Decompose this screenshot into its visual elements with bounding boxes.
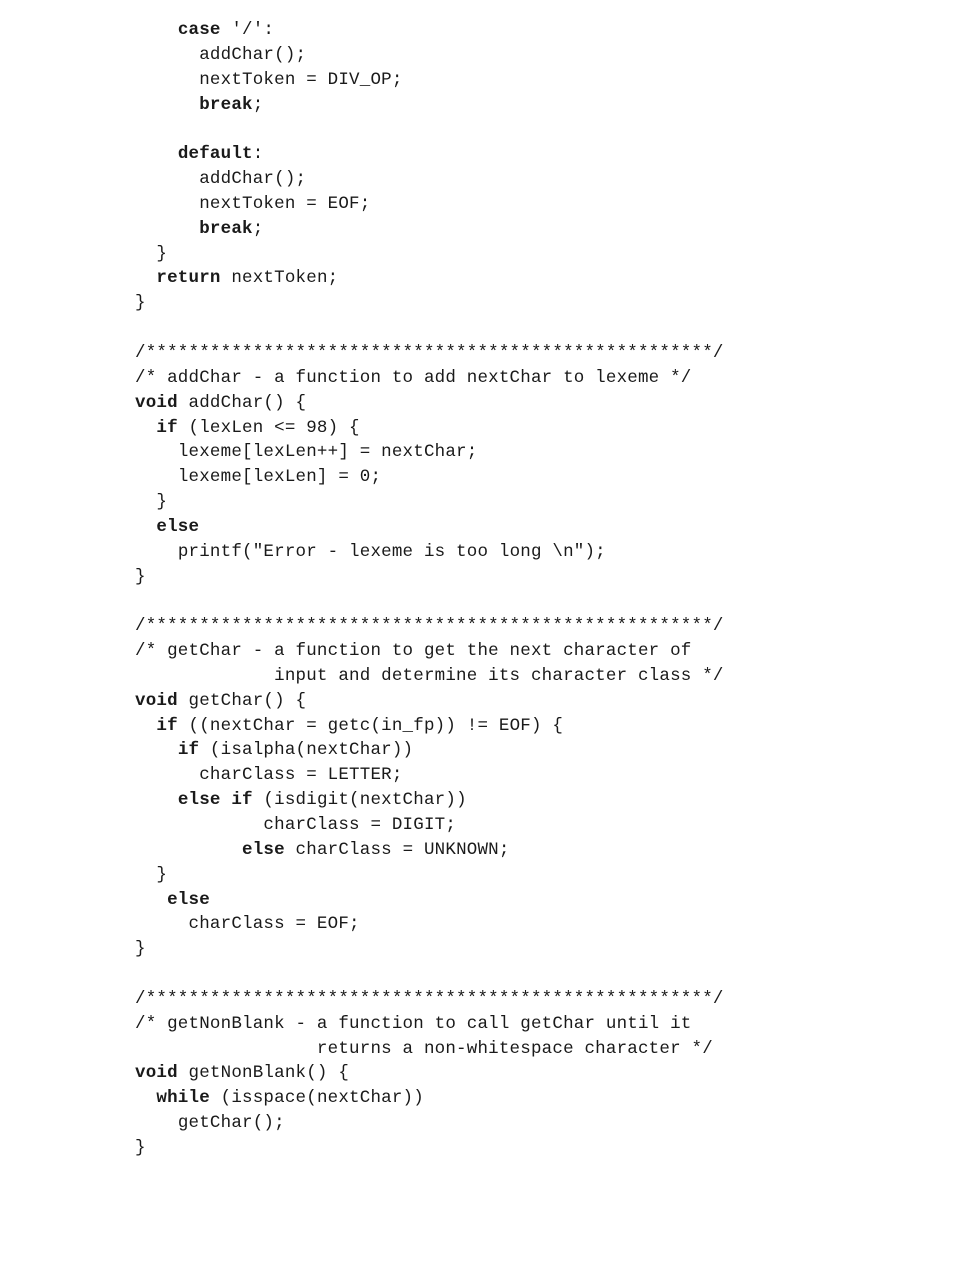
code-line: case '/':	[135, 20, 274, 40]
code-keyword: while	[156, 1088, 210, 1108]
code-text: }	[135, 1138, 146, 1158]
code-line: void addChar() {	[135, 393, 306, 413]
code-line: charClass = DIGIT;	[135, 815, 456, 835]
code-text: }	[135, 567, 146, 587]
code-text: printf("Error - lexeme is too long \n");	[178, 542, 606, 562]
code-keyword: if	[156, 716, 177, 736]
code-text: charClass = UNKNOWN;	[285, 840, 510, 860]
code-keyword: break	[199, 95, 253, 115]
code-text: /* addChar - a function to add nextChar …	[135, 368, 692, 388]
code-line: /* addChar - a function to add nextChar …	[135, 368, 692, 388]
code-keyword: else	[242, 840, 285, 860]
code-text: getChar() {	[178, 691, 306, 711]
code-text: addChar() {	[178, 393, 306, 413]
code-text: addChar();	[199, 169, 306, 189]
code-line: else	[135, 890, 210, 910]
code-line: if ((nextChar = getc(in_fp)) != EOF) {	[135, 716, 563, 736]
code-keyword: else if	[178, 790, 253, 810]
code-keyword: if	[178, 740, 199, 760]
code-line: }	[135, 492, 167, 512]
code-line: /***************************************…	[135, 616, 724, 636]
code-text: }	[156, 492, 167, 512]
code-text: lexeme[lexLen++] = nextChar;	[178, 442, 478, 462]
code-keyword: case	[178, 20, 221, 40]
code-text: }	[135, 939, 146, 959]
code-block: case '/': addChar(); nextToken = DIV_OP;…	[0, 0, 966, 1161]
code-keyword: break	[199, 219, 253, 239]
code-line: }	[135, 1138, 146, 1158]
code-text: ;	[253, 95, 264, 115]
code-text: lexeme[lexLen] = 0;	[178, 467, 381, 487]
code-text: '/':	[221, 20, 275, 40]
code-text: }	[135, 293, 146, 313]
code-text: }	[156, 865, 167, 885]
code-keyword: void	[135, 393, 178, 413]
code-line: return nextToken;	[135, 268, 338, 288]
code-line: else	[135, 517, 199, 537]
code-line: default:	[135, 144, 263, 164]
code-line: charClass = EOF;	[135, 914, 360, 934]
code-text: nextToken = DIV_OP;	[199, 70, 402, 90]
code-text: getChar();	[178, 1113, 285, 1133]
code-text: (isalpha(nextChar))	[199, 740, 413, 760]
code-line: lexeme[lexLen++] = nextChar;	[135, 442, 477, 462]
code-line: input and determine its character class …	[135, 666, 724, 686]
code-text: (isdigit(nextChar))	[253, 790, 467, 810]
code-text: nextToken = EOF;	[199, 194, 370, 214]
code-line: }	[135, 244, 167, 264]
code-text: ((nextChar = getc(in_fp)) != EOF) {	[178, 716, 563, 736]
code-line: printf("Error - lexeme is too long \n");	[135, 542, 606, 562]
code-line: nextToken = EOF;	[135, 194, 370, 214]
code-line: else charClass = UNKNOWN;	[135, 840, 510, 860]
code-text: nextToken;	[221, 268, 339, 288]
code-text: charClass = EOF;	[189, 914, 360, 934]
code-text: ;	[253, 219, 264, 239]
code-line: /***************************************…	[135, 989, 724, 1009]
code-text: :	[253, 144, 264, 164]
code-text: (isspace(nextChar))	[210, 1088, 424, 1108]
code-line: void getChar() {	[135, 691, 306, 711]
code-line: else if (isdigit(nextChar))	[135, 790, 467, 810]
code-keyword: return	[156, 268, 220, 288]
code-line: charClass = LETTER;	[135, 765, 403, 785]
code-line: }	[135, 567, 146, 587]
code-line: if (isalpha(nextChar))	[135, 740, 413, 760]
code-text: /* getNonBlank - a function to call getC…	[135, 1014, 692, 1034]
code-line: addChar();	[135, 45, 306, 65]
code-text: getNonBlank() {	[178, 1063, 349, 1083]
code-text: }	[156, 244, 167, 264]
code-keyword: default	[178, 144, 253, 164]
code-keyword: void	[135, 1063, 178, 1083]
code-text: charClass = LETTER;	[199, 765, 402, 785]
code-text: /* getChar - a function to get the next …	[135, 641, 692, 661]
code-line: }	[135, 865, 167, 885]
code-keyword: else	[156, 517, 199, 537]
code-line: break;	[135, 219, 263, 239]
code-line: lexeme[lexLen] = 0;	[135, 467, 381, 487]
code-text: /***************************************…	[135, 616, 724, 636]
code-line: }	[135, 939, 146, 959]
code-line: if (lexLen <= 98) {	[135, 418, 360, 438]
code-line: /* getNonBlank - a function to call getC…	[135, 1014, 692, 1034]
code-line: returns a non-whitespace character */	[135, 1039, 713, 1059]
code-line: break;	[135, 95, 263, 115]
code-line: nextToken = DIV_OP;	[135, 70, 403, 90]
code-keyword: if	[156, 418, 177, 438]
code-line: while (isspace(nextChar))	[135, 1088, 424, 1108]
code-keyword: void	[135, 691, 178, 711]
code-line: /***************************************…	[135, 343, 724, 363]
code-line: getChar();	[135, 1113, 285, 1133]
code-text: addChar();	[199, 45, 306, 65]
code-line: /* getChar - a function to get the next …	[135, 641, 692, 661]
code-text: input and determine its character class …	[135, 666, 724, 686]
code-keyword: else	[167, 890, 210, 910]
code-text: charClass = DIGIT;	[263, 815, 456, 835]
code-text: /***************************************…	[135, 343, 724, 363]
code-text: (lexLen <= 98) {	[178, 418, 360, 438]
code-line: }	[135, 293, 146, 313]
code-text: /***************************************…	[135, 989, 724, 1009]
code-line: void getNonBlank() {	[135, 1063, 349, 1083]
code-line: addChar();	[135, 169, 306, 189]
code-text: returns a non-whitespace character */	[135, 1039, 713, 1059]
